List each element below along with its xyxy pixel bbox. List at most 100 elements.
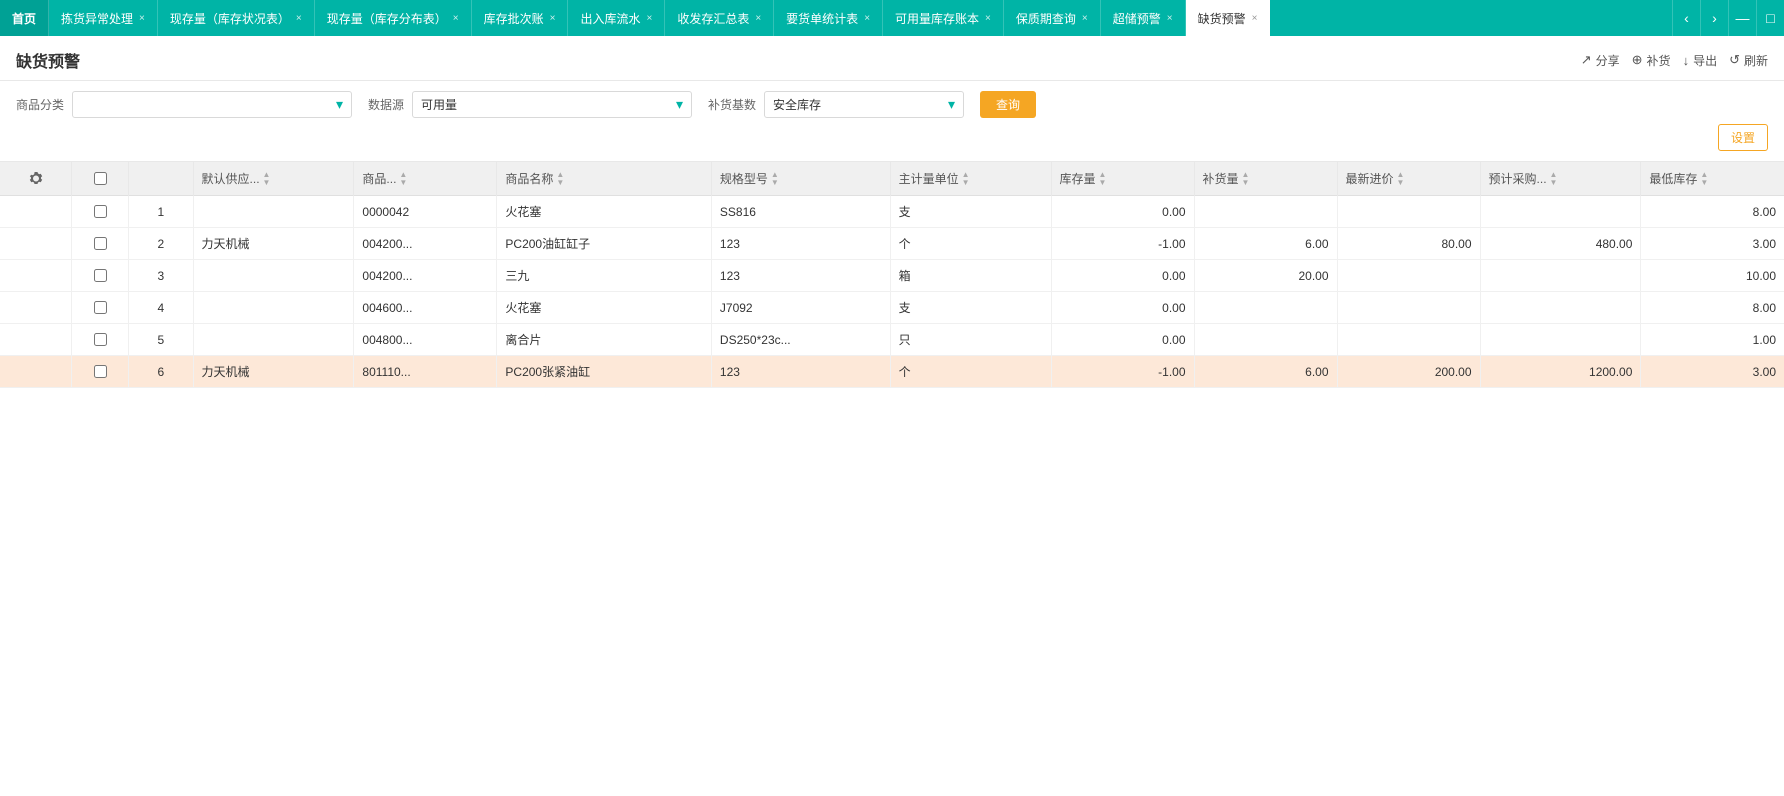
- nav-close-icon[interactable]: ×: [1252, 13, 1258, 24]
- datasource-select-value: 可用量: [421, 96, 672, 113]
- nav-item-label: 首页: [12, 10, 36, 27]
- nav-item-label: 现存量（库存状况表）: [170, 10, 290, 27]
- nav-close-icon[interactable]: ×: [1167, 13, 1173, 24]
- nav-item-shortage[interactable]: 缺货预警 ×: [1186, 0, 1271, 36]
- row-checkbox[interactable]: [94, 301, 107, 314]
- th-supplier[interactable]: 默认供应... ▲▼: [193, 162, 354, 196]
- row-gear-cell: [0, 196, 72, 228]
- query-button[interactable]: 查询: [980, 91, 1036, 118]
- nav-item-batch-account[interactable]: 库存批次账 ×: [472, 0, 569, 36]
- row-checkbox[interactable]: [94, 333, 107, 346]
- table-row[interactable]: 2力天机械004200...PC200油缸缸子123个-1.006.0080.0…: [0, 228, 1784, 260]
- row-stock: 0.00: [1051, 260, 1194, 292]
- th-unit[interactable]: 主计量单位 ▲▼: [890, 162, 1051, 196]
- nav-close-icon[interactable]: ×: [985, 13, 991, 24]
- nav-item-pick-exception[interactable]: 拣货异常处理×: [49, 0, 158, 36]
- latest-price-sort-icon: ▲▼: [1397, 171, 1405, 187]
- th-stock[interactable]: 库存量 ▲▼: [1051, 162, 1194, 196]
- th-est-purchase[interactable]: 预计采购... ▲▼: [1480, 162, 1641, 196]
- nav-item-home[interactable]: 首页: [0, 0, 49, 36]
- th-name[interactable]: 商品名称 ▲▼: [497, 162, 712, 196]
- row-stock: 0.00: [1051, 292, 1194, 324]
- nav-close-icon[interactable]: ×: [453, 13, 459, 24]
- nav-close-icon[interactable]: ×: [755, 13, 761, 24]
- nav-close-icon[interactable]: ×: [296, 13, 302, 24]
- th-est-purchase-label: 预计采购...: [1489, 170, 1547, 187]
- row-latest-price: [1337, 292, 1480, 324]
- row-checkbox[interactable]: [94, 365, 107, 378]
- nav-item-label: 缺货预警: [1198, 10, 1246, 27]
- row-name: PC200油缸缸子: [497, 228, 712, 260]
- page-title: 缺货预警: [16, 48, 80, 72]
- table-row[interactable]: 6力天机械801110...PC200张紧油缸123个-1.006.00200.…: [0, 356, 1784, 388]
- table-row[interactable]: 4004600...火花塞J7092支0.008.00: [0, 292, 1784, 324]
- replenish-icon: ⊕: [1632, 52, 1643, 68]
- replenish-filter-group: 补货基数 安全库存 ▾: [708, 91, 964, 118]
- table-row[interactable]: 10000042火花塞SS816支0.008.00: [0, 196, 1784, 228]
- nav-item-expiry[interactable]: 保质期查询×: [1004, 0, 1101, 36]
- nav-scroll-right[interactable]: ›: [1700, 0, 1728, 36]
- nav-item-summary[interactable]: 收发存汇总表 ×: [665, 0, 774, 36]
- nav-scroll-left[interactable]: ‹: [1672, 0, 1700, 36]
- select-all-checkbox[interactable]: [94, 172, 107, 185]
- table-body: 10000042火花塞SS816支0.008.002力天机械004200...P…: [0, 196, 1784, 388]
- row-checkbox[interactable]: [94, 237, 107, 250]
- datasource-select[interactable]: 可用量 ▾: [412, 91, 692, 118]
- row-min-stock: 8.00: [1641, 196, 1784, 228]
- nav-item-avail-account[interactable]: 可用量库存账本×: [883, 0, 1004, 36]
- replenish-select-value: 安全库存: [773, 96, 944, 113]
- nav-close-icon[interactable]: ×: [1082, 13, 1088, 24]
- table-header: 默认供应... ▲▼ 商品... ▲▼ 商品名称 ▲▼: [0, 162, 1784, 196]
- table-row[interactable]: 5004800...离合片DS250*23c...只0.001.00: [0, 324, 1784, 356]
- th-latest-price-label: 最新进价: [1346, 170, 1394, 187]
- export-btn[interactable]: ↓ 导出: [1683, 52, 1718, 69]
- th-min-stock-label: 最低库存: [1649, 170, 1697, 187]
- settings-button[interactable]: 设置: [1718, 124, 1768, 151]
- row-replenish: [1194, 292, 1337, 324]
- refresh-btn[interactable]: ↺ 刷新: [1729, 52, 1768, 69]
- row-spec: 123: [711, 228, 890, 260]
- unit-sort-icon: ▲▼: [962, 171, 970, 187]
- share-btn[interactable]: ↗ 分享: [1581, 52, 1620, 69]
- nav-maximize[interactable]: □: [1756, 0, 1784, 36]
- replenish-btn[interactable]: ⊕ 补货: [1632, 52, 1671, 69]
- data-table: 默认供应... ▲▼ 商品... ▲▼ 商品名称 ▲▼: [0, 162, 1784, 388]
- replenish-label: 补货基数: [708, 96, 756, 113]
- replenish-select[interactable]: 安全库存 ▾: [764, 91, 964, 118]
- nav-close-icon[interactable]: ×: [646, 13, 652, 24]
- nav-close-icon[interactable]: ×: [550, 13, 556, 24]
- nav-close-icon[interactable]: ×: [864, 13, 870, 24]
- row-checkbox[interactable]: [94, 205, 107, 218]
- row-spec: DS250*23c...: [711, 324, 890, 356]
- th-code[interactable]: 商品... ▲▼: [354, 162, 497, 196]
- th-min-stock[interactable]: 最低库存 ▲▼: [1641, 162, 1784, 196]
- nav-minimize[interactable]: —: [1728, 0, 1756, 36]
- row-gear-cell: [0, 228, 72, 260]
- export-label: 导出: [1693, 52, 1717, 69]
- nav-item-flow[interactable]: 出入库流水×: [568, 0, 665, 36]
- row-supplier: [193, 292, 354, 324]
- header-actions: ↗ 分享 ⊕ 补货 ↓ 导出 ↺ 刷新: [1581, 52, 1768, 69]
- nav-item-label: 库存批次账: [484, 10, 544, 27]
- table-row[interactable]: 3004200...三九123箱0.0020.0010.00: [0, 260, 1784, 292]
- th-spec[interactable]: 规格型号 ▲▼: [711, 162, 890, 196]
- nav-item-order-stat[interactable]: 要货单统计表×: [774, 0, 883, 36]
- th-latest-price[interactable]: 最新进价 ▲▼: [1337, 162, 1480, 196]
- th-gear[interactable]: [0, 162, 72, 196]
- th-replenish[interactable]: 补货量 ▲▼: [1194, 162, 1337, 196]
- nav-item-inventory-dist[interactable]: 现存量（库存分布表）×: [315, 0, 472, 36]
- row-stock: 0.00: [1051, 324, 1194, 356]
- row-checkbox-cell: [72, 228, 129, 260]
- row-stock: 0.00: [1051, 196, 1194, 228]
- row-checkbox[interactable]: [94, 269, 107, 282]
- th-unit-label: 主计量单位: [899, 170, 959, 187]
- nav-item-label: 收发存汇总表: [677, 10, 749, 27]
- nav-close-icon[interactable]: ×: [139, 13, 145, 24]
- nav-item-overstock[interactable]: 超储预警×: [1101, 0, 1186, 36]
- nav-item-inventory-status[interactable]: 现存量（库存状况表） ×: [158, 0, 315, 36]
- row-spec: 123: [711, 356, 890, 388]
- row-name: PC200张紧油缸: [497, 356, 712, 388]
- category-select[interactable]: ▾: [72, 91, 352, 118]
- row-checkbox-cell: [72, 292, 129, 324]
- replenish-sort-icon: ▲▼: [1242, 171, 1250, 187]
